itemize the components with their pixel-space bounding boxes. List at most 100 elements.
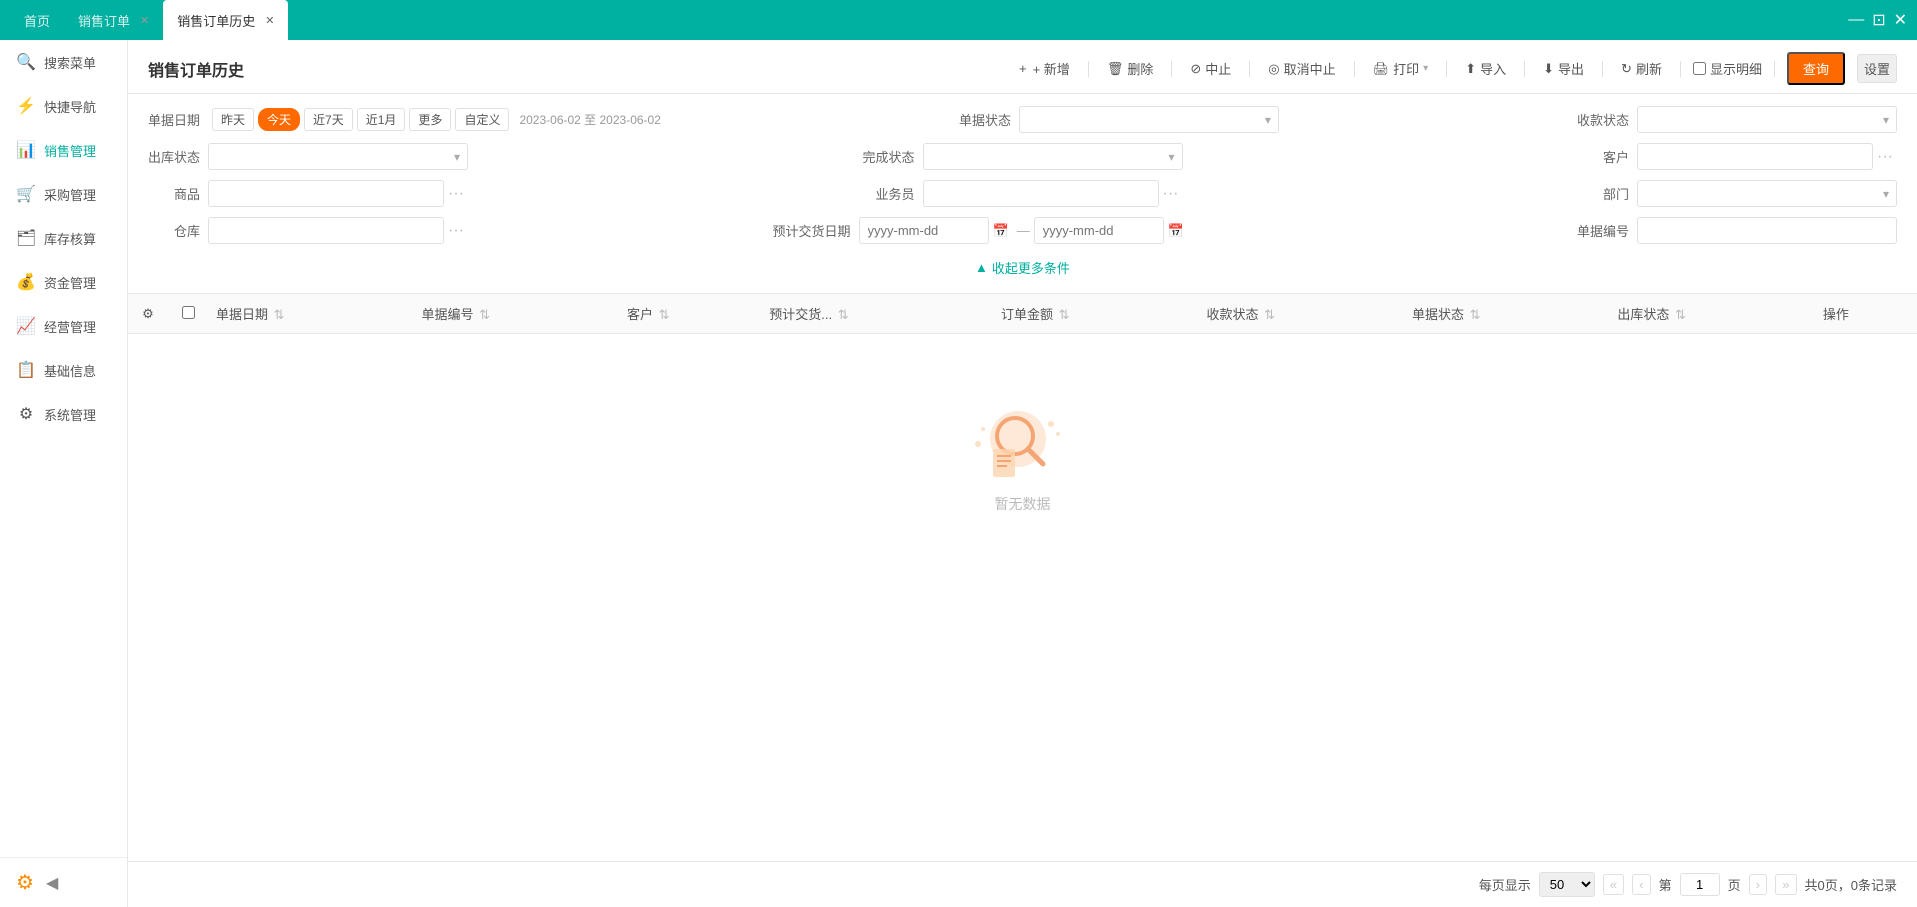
print-button[interactable]: 🖨 打印 ▾ — [1367, 55, 1435, 82]
window-minimize-icon[interactable]: — — [1848, 11, 1864, 29]
first-page-button[interactable]: « — [1603, 874, 1624, 895]
th-customer[interactable]: 客户 ⇅ — [619, 294, 761, 334]
date-btn-1month[interactable]: 近1月 — [357, 108, 406, 131]
show-detail-checkbox-label[interactable]: 显示明细 — [1693, 59, 1762, 78]
calendar-start-icon[interactable]: 📅 — [993, 223, 1009, 239]
top-bar-controls: — ⊡ ✕ — [1848, 10, 1907, 30]
th-order-status[interactable]: 单据状态 ⇅ — [1404, 294, 1609, 334]
th-customer-label: 客户 — [627, 307, 653, 322]
tab-sales-order-history-label: 销售订单历史 — [177, 11, 255, 30]
product-input[interactable] — [208, 180, 444, 207]
page-number-input[interactable] — [1680, 873, 1720, 896]
payment-status-label: 收款状态 — [1577, 110, 1637, 129]
salesperson-input[interactable] — [923, 180, 1159, 207]
new-icon: + — [1019, 61, 1027, 76]
page-header: 销售订单历史 + + 新增 🗑 删除 ⊘ 中止 ◎ — [128, 40, 1917, 94]
filter-outbound-status: 出库状态 ▾ — [148, 143, 468, 170]
customer-dots-icon[interactable]: ··· — [1873, 148, 1897, 166]
stop-button[interactable]: ⊘ 中止 — [1184, 55, 1237, 82]
next-page-button[interactable]: › — [1749, 874, 1767, 895]
th-order-no[interactable]: 单据编号 ⇅ — [413, 294, 618, 334]
filter-order-status: 单据状态 ▾ — [959, 106, 1279, 133]
sys-mgmt-icon: ⚙ — [16, 404, 36, 424]
sidebar-item-search-menu[interactable]: 🔍 搜索菜单 — [0, 40, 127, 84]
order-status-select[interactable] — [1019, 106, 1279, 133]
product-label: 商品 — [148, 184, 208, 203]
customer-input[interactable] — [1637, 143, 1873, 170]
window-close-icon[interactable]: ✕ — [1894, 10, 1907, 30]
date-btn-yesterday[interactable]: 昨天 — [212, 108, 254, 131]
window-resize-icon[interactable]: ⊡ — [1872, 10, 1885, 30]
query-button[interactable]: 查询 — [1787, 52, 1845, 85]
calendar-end-icon[interactable]: 📅 — [1168, 223, 1184, 239]
new-button[interactable]: + + 新增 — [1013, 55, 1076, 82]
tab-sales-order-close[interactable]: ✕ — [140, 14, 149, 27]
sidebar-item-basic-info[interactable]: 📋 基础信息 — [0, 348, 127, 392]
date-range-dash: — — [1017, 223, 1030, 238]
page-size-select[interactable]: 50 10 20 100 — [1539, 872, 1595, 897]
date-btn-custom[interactable]: 自定义 — [455, 108, 509, 131]
sidebar-item-operations[interactable]: 📈 经营管理 — [0, 304, 127, 348]
show-detail-checkbox[interactable] — [1693, 62, 1706, 75]
settings-button[interactable]: 设置 — [1857, 54, 1897, 83]
prev-page-button[interactable]: ‹ — [1632, 874, 1650, 895]
product-dots-icon[interactable]: ··· — [444, 185, 468, 203]
th-outbound-status-label: 出库状态 — [1617, 307, 1669, 322]
last-page-button[interactable]: » — [1775, 874, 1796, 895]
refresh-button[interactable]: ↻ 刷新 — [1615, 55, 1668, 82]
quick-nav-icon: ⚡ — [16, 96, 36, 116]
th-check[interactable] — [168, 294, 208, 334]
sidebar-item-sys-mgmt[interactable]: ⚙ 系统管理 — [0, 392, 127, 436]
th-expected-delivery[interactable]: 预计交货... ⇅ — [761, 294, 993, 334]
warehouse-input[interactable] — [208, 217, 444, 244]
sidebar-collapse-icon[interactable]: ◀ — [46, 873, 58, 893]
complete-status-select[interactable] — [923, 143, 1183, 170]
th-expected-delivery-label: 预计交货... — [769, 307, 832, 322]
print-chevron-icon: ▾ — [1423, 63, 1428, 74]
delivery-date-start[interactable] — [859, 217, 989, 244]
sidebar-settings-icon[interactable]: ⚙ — [16, 870, 34, 895]
tab-sales-order-history[interactable]: 销售订单历史 ✕ — [163, 0, 288, 40]
cancel-stop-button[interactable]: ◎ 取消中止 — [1262, 55, 1341, 82]
sidebar-item-inventory[interactable]: 🗂 库存核算 — [0, 216, 127, 260]
department-select[interactable] — [1637, 180, 1897, 207]
th-settings[interactable]: ⚙ — [128, 294, 168, 334]
sidebar-item-purchase-mgmt[interactable]: 🛒 采购管理 — [0, 172, 127, 216]
filter-date: 单据日期 昨天 今天 近7天 近1月 更多 自定义 2023-06-02 至 2… — [148, 108, 661, 131]
tab-sales-order-history-close[interactable]: ✕ — [265, 14, 274, 27]
th-date[interactable]: 单据日期 ⇅ — [208, 294, 413, 334]
salesperson-dots-icon[interactable]: ··· — [1159, 185, 1183, 203]
sidebar-item-quick-nav[interactable]: ⚡ 快捷导航 — [0, 84, 127, 128]
payment-status-select[interactable] — [1637, 106, 1897, 133]
date-btn-today[interactable]: 今天 — [258, 108, 300, 131]
import-icon: ⬆ — [1465, 61, 1476, 77]
th-payment-status[interactable]: 收款状态 ⇅ — [1198, 294, 1403, 334]
th-order-amount[interactable]: 订单金额 ⇅ — [993, 294, 1198, 334]
date-filter-btns: 昨天 今天 近7天 近1月 更多 自定义 — [212, 108, 509, 131]
th-order-status-label: 单据状态 — [1412, 307, 1464, 322]
empty-svg — [963, 394, 1083, 494]
filter-salesperson: 业务员 ··· — [863, 180, 1183, 207]
order-no-input[interactable] — [1637, 217, 1897, 244]
th-order-status-sort-icon: ⇅ — [1470, 307, 1481, 322]
filter-delivery-date: 预计交货日期 📅 — 📅 — [773, 217, 1273, 244]
sidebar-item-sales-mgmt[interactable]: 📊 销售管理 — [0, 128, 127, 172]
outbound-status-select[interactable] — [208, 143, 468, 170]
date-btn-7days[interactable]: 近7天 — [304, 108, 353, 131]
warehouse-label: 仓库 — [148, 221, 208, 240]
select-all-checkbox[interactable] — [182, 306, 195, 319]
delete-button[interactable]: 🗑 删除 — [1101, 55, 1160, 82]
sidebar-item-purchase-mgmt-label: 采购管理 — [44, 185, 96, 204]
data-table: ⚙ 单据日期 ⇅ 单据编号 ⇅ — [128, 294, 1917, 334]
date-btn-more[interactable]: 更多 — [409, 108, 451, 131]
sidebar-item-finance[interactable]: 💰 资金管理 — [0, 260, 127, 304]
delivery-date-end[interactable] — [1034, 217, 1164, 244]
collapse-more-conditions[interactable]: ▲ 收起更多条件 — [148, 254, 1897, 281]
import-button[interactable]: ⬆ 导入 — [1459, 55, 1512, 82]
tab-home[interactable]: 首页 — [10, 0, 64, 40]
th-outbound-status[interactable]: 出库状态 ⇅ — [1609, 294, 1814, 334]
warehouse-dots-icon[interactable]: ··· — [444, 222, 468, 240]
filter-product: 商品 ··· — [148, 180, 468, 207]
export-button[interactable]: ⬇ 导出 — [1537, 55, 1590, 82]
tab-sales-order[interactable]: 销售订单 ✕ — [64, 0, 163, 40]
